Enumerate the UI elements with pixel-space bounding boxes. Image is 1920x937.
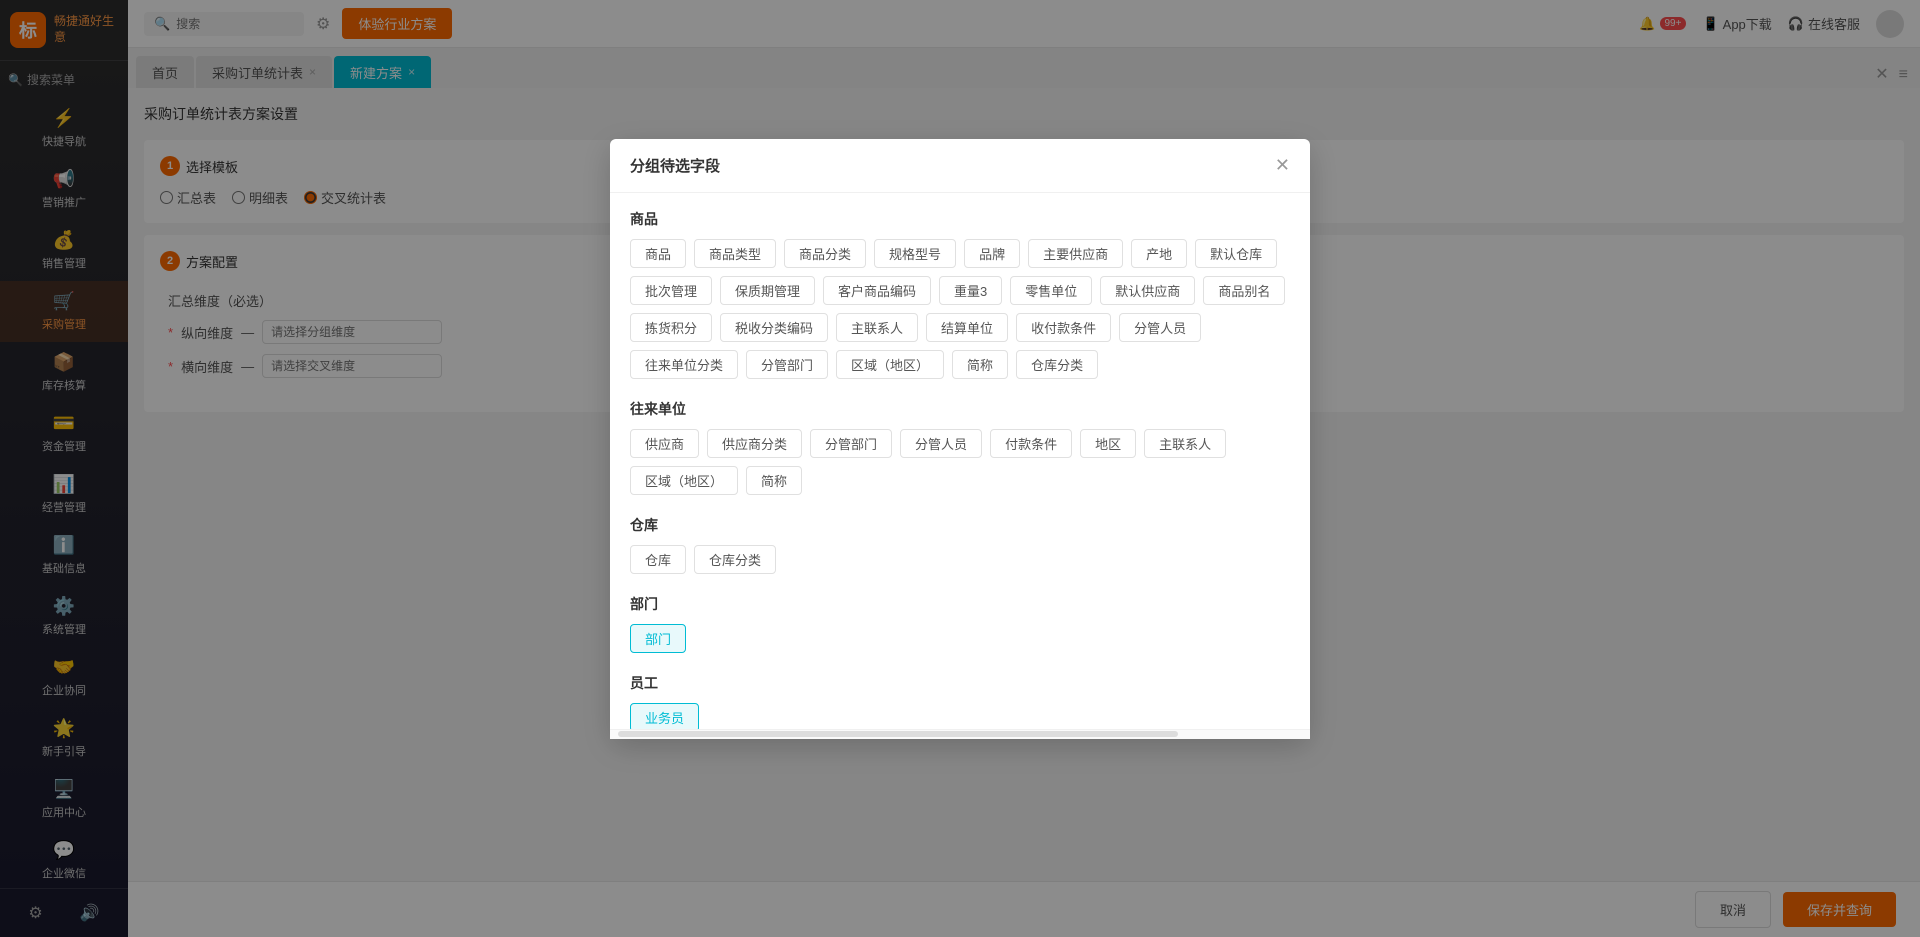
dialog-body: 商品 商品 商品类型 商品分类 规格型号 品牌 主要供应商 产地 默认仓库 批次…: [610, 193, 1310, 729]
section-partner-title: 往来单位: [630, 399, 1290, 419]
dialog-header: 分组待选字段 ✕: [610, 139, 1310, 193]
department-field-tags: 部门: [630, 624, 1290, 653]
field-tag-supplier[interactable]: 供应商: [630, 429, 699, 458]
section-product-title: 商品: [630, 209, 1290, 229]
field-tag-product-type[interactable]: 商品类型: [694, 239, 776, 268]
scrollbar-thumb: [618, 731, 1178, 737]
field-tag-customer-code[interactable]: 客户商品编码: [823, 276, 931, 305]
partner-field-tags: 供应商 供应商分类 分管部门 分管人员 付款条件 地区 主联系人 区域（地区） …: [630, 429, 1290, 495]
field-tag-tax-code[interactable]: 税收分类编码: [720, 313, 828, 342]
field-tag-weight[interactable]: 重量3: [939, 276, 1002, 305]
field-tag-department[interactable]: 部门: [630, 624, 686, 653]
section-warehouse: 仓库 仓库 仓库分类: [630, 515, 1290, 574]
dialog-title: 分组待选字段: [630, 155, 720, 176]
dialog-close-button[interactable]: ✕: [1275, 156, 1290, 174]
field-tag-region[interactable]: 区域（地区）: [836, 350, 944, 379]
field-tag-salesperson[interactable]: 业务员: [630, 703, 699, 729]
field-tag-manager[interactable]: 分管人员: [1119, 313, 1201, 342]
field-tag-pay-terms[interactable]: 付款条件: [990, 429, 1072, 458]
field-tag-wh-category[interactable]: 仓库分类: [694, 545, 776, 574]
employee-field-tags: 业务员: [630, 703, 1290, 729]
field-tag-main-supplier[interactable]: 主要供应商: [1028, 239, 1123, 268]
field-tag-area[interactable]: 地区: [1080, 429, 1136, 458]
field-tag-quality-mgmt[interactable]: 保质期管理: [720, 276, 815, 305]
field-tag-product-category[interactable]: 商品分类: [784, 239, 866, 268]
field-tag-spec[interactable]: 规格型号: [874, 239, 956, 268]
field-tag-partner-manager[interactable]: 分管人员: [900, 429, 982, 458]
section-department: 部门 部门: [630, 594, 1290, 653]
field-tag-partner-region[interactable]: 区域（地区）: [630, 466, 738, 495]
product-field-tags: 商品 商品类型 商品分类 规格型号 品牌 主要供应商 产地 默认仓库 批次管理 …: [630, 239, 1290, 379]
field-tag-default-warehouse[interactable]: 默认仓库: [1195, 239, 1277, 268]
warehouse-field-tags: 仓库 仓库分类: [630, 545, 1290, 574]
section-warehouse-title: 仓库: [630, 515, 1290, 535]
field-tag-unit-category[interactable]: 往来单位分类: [630, 350, 738, 379]
field-selection-dialog: 分组待选字段 ✕ 商品 商品 商品类型 商品分类 规格型号 品牌 主要供应商 产…: [610, 139, 1310, 739]
field-tag-product[interactable]: 商品: [630, 239, 686, 268]
field-tag-pick-points[interactable]: 拣货积分: [630, 313, 712, 342]
section-department-title: 部门: [630, 594, 1290, 614]
field-tag-alias[interactable]: 商品别名: [1203, 276, 1285, 305]
field-tag-payment-terms[interactable]: 收付款条件: [1016, 313, 1111, 342]
field-tag-warehouse-category[interactable]: 仓库分类: [1016, 350, 1098, 379]
dialog-horizontal-scrollbar[interactable]: [610, 729, 1310, 739]
field-tag-settle-unit[interactable]: 结算单位: [926, 313, 1008, 342]
field-tag-dept[interactable]: 分管部门: [746, 350, 828, 379]
section-employee-title: 员工: [630, 673, 1290, 693]
field-tag-partner-short[interactable]: 简称: [746, 466, 802, 495]
section-partner: 往来单位 供应商 供应商分类 分管部门 分管人员 付款条件 地区 主联系人 区域…: [630, 399, 1290, 495]
field-tag-main-contact[interactable]: 主联系人: [836, 313, 918, 342]
field-tag-batch-mgmt[interactable]: 批次管理: [630, 276, 712, 305]
field-tag-brand[interactable]: 品牌: [964, 239, 1020, 268]
field-tag-short-name[interactable]: 简称: [952, 350, 1008, 379]
field-tag-partner-contact[interactable]: 主联系人: [1144, 429, 1226, 458]
section-product: 商品 商品 商品类型 商品分类 规格型号 品牌 主要供应商 产地 默认仓库 批次…: [630, 209, 1290, 379]
field-tag-default-supplier[interactable]: 默认供应商: [1100, 276, 1195, 305]
field-tag-retail-unit[interactable]: 零售单位: [1010, 276, 1092, 305]
field-tag-partner-dept[interactable]: 分管部门: [810, 429, 892, 458]
field-tag-supplier-category[interactable]: 供应商分类: [707, 429, 802, 458]
field-tag-warehouse[interactable]: 仓库: [630, 545, 686, 574]
section-employee: 员工 业务员: [630, 673, 1290, 729]
field-tag-origin[interactable]: 产地: [1131, 239, 1187, 268]
